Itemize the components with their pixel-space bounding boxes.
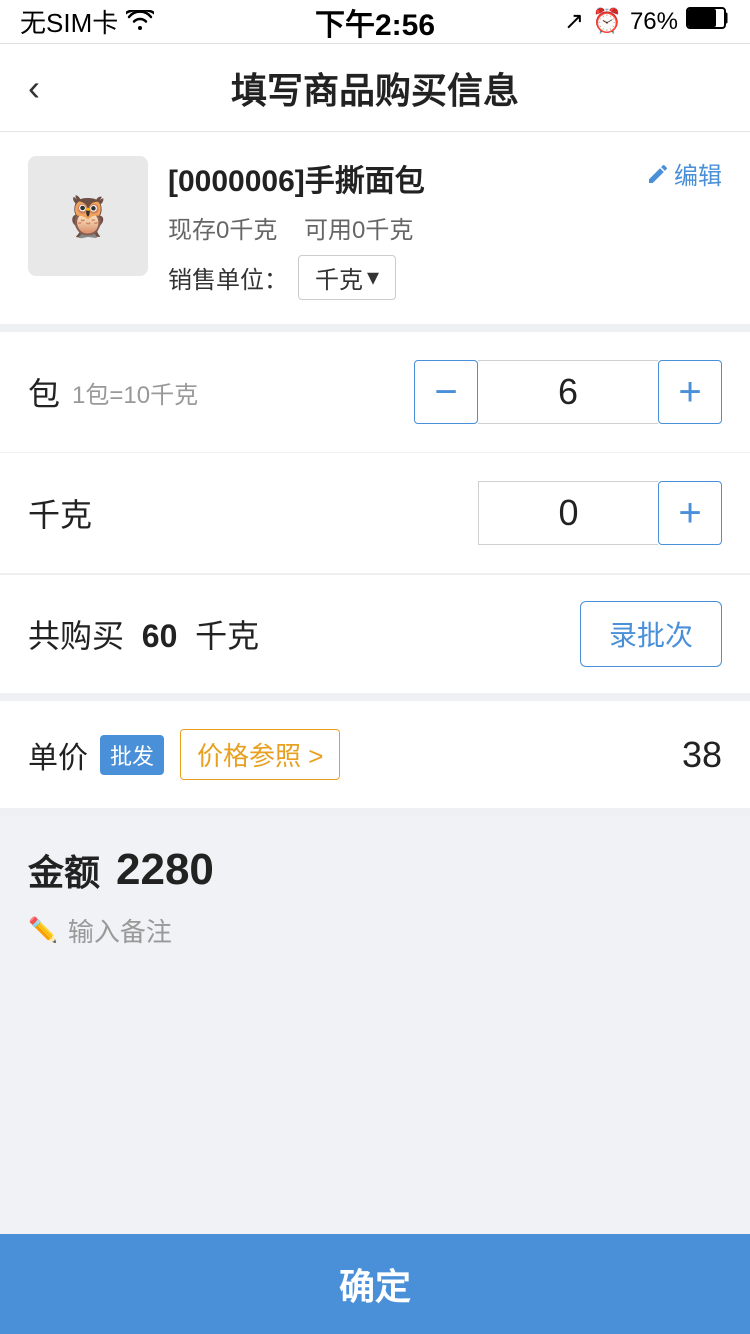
total-text: 共购买 60 千克 xyxy=(28,611,259,657)
qty-pack-plus-button[interactable]: + xyxy=(658,360,722,424)
location-icon: ↗ xyxy=(564,7,584,36)
confirm-button[interactable]: 确定 xyxy=(0,1234,750,1334)
alarm-icon: ⏰ xyxy=(592,7,622,36)
amount-value: 2280 xyxy=(116,845,214,895)
remark-row[interactable]: ✏️ 输入备注 xyxy=(28,912,722,949)
status-right: ↗ ⏰ 76% xyxy=(564,7,730,36)
unit-select[interactable]: 千克 ▾ xyxy=(298,255,396,300)
total-amount: 60 xyxy=(142,618,178,654)
total-row: 共购买 60 千克 录批次 xyxy=(0,575,750,701)
qty-kg-plus-button[interactable]: + xyxy=(658,481,722,545)
product-card: 🦉 [0000006]手撕面包 编辑 现存0千克 可用0千克 销售单位： 千克 … xyxy=(0,132,750,332)
price-value: 38 xyxy=(682,734,722,776)
product-info: [0000006]手撕面包 编辑 现存0千克 可用0千克 销售单位： 千克 ▾ xyxy=(168,156,722,300)
quantity-section: 包 1包=10千克 − + 千克 + xyxy=(0,332,750,575)
battery-text: 76% xyxy=(630,8,678,36)
product-stock: 现存0千克 可用0千克 xyxy=(168,210,722,245)
qty-kg-controls: + xyxy=(478,481,722,545)
empty-space xyxy=(0,969,750,1249)
qty-pack-controls: − + xyxy=(414,360,722,424)
status-carrier: 无SIM卡 xyxy=(20,3,154,40)
quantity-kg-row: 千克 + xyxy=(0,453,750,574)
dropdown-icon: ▾ xyxy=(367,263,379,292)
remark-icon: ✏️ xyxy=(28,916,58,945)
product-unit-row: 销售单位： 千克 ▾ xyxy=(168,255,722,300)
qty-pack-minus-button[interactable]: − xyxy=(414,360,478,424)
qty-kg-label: 千克 xyxy=(28,490,92,536)
amount-label: 金额 xyxy=(28,844,100,896)
record-batch-button[interactable]: 录批次 xyxy=(580,601,722,667)
edit-button[interactable]: 编辑 xyxy=(646,156,722,191)
qty-pack-hint: 1包=10千克 xyxy=(72,375,198,410)
price-reference-button[interactable]: 价格参照 > xyxy=(180,729,340,780)
product-thumbnail: 🦉 xyxy=(28,156,148,276)
wifi-icon xyxy=(126,6,154,37)
status-time: 下午2:56 xyxy=(315,0,435,44)
qty-kg-input[interactable] xyxy=(478,481,658,545)
qty-pack-input[interactable] xyxy=(478,360,658,424)
price-row: 单价 批发 价格参照 > 38 xyxy=(0,701,750,816)
status-bar: 无SIM卡 下午2:56 ↗ ⏰ 76% xyxy=(0,0,750,44)
quantity-pack-row: 包 1包=10千克 − + xyxy=(0,332,750,453)
nav-bar: ‹ 填写商品购买信息 xyxy=(0,44,750,132)
amount-row: 金额 2280 xyxy=(28,844,722,896)
back-button[interactable]: ‹ xyxy=(28,67,40,109)
product-thumb-icon: 🦉 xyxy=(63,193,113,240)
remark-placeholder: 输入备注 xyxy=(68,912,172,949)
amount-block: 金额 2280 ✏️ 输入备注 xyxy=(0,816,750,969)
price-badge: 批发 xyxy=(100,735,164,775)
price-label: 单价 xyxy=(28,733,88,777)
nav-title: 填写商品购买信息 xyxy=(231,62,519,114)
qty-pack-label: 包 xyxy=(28,369,60,415)
battery-icon xyxy=(686,7,730,36)
carrier-text: 无SIM卡 xyxy=(20,3,118,40)
edit-label: 编辑 xyxy=(674,156,722,191)
product-name: [0000006]手撕面包 xyxy=(168,156,425,200)
